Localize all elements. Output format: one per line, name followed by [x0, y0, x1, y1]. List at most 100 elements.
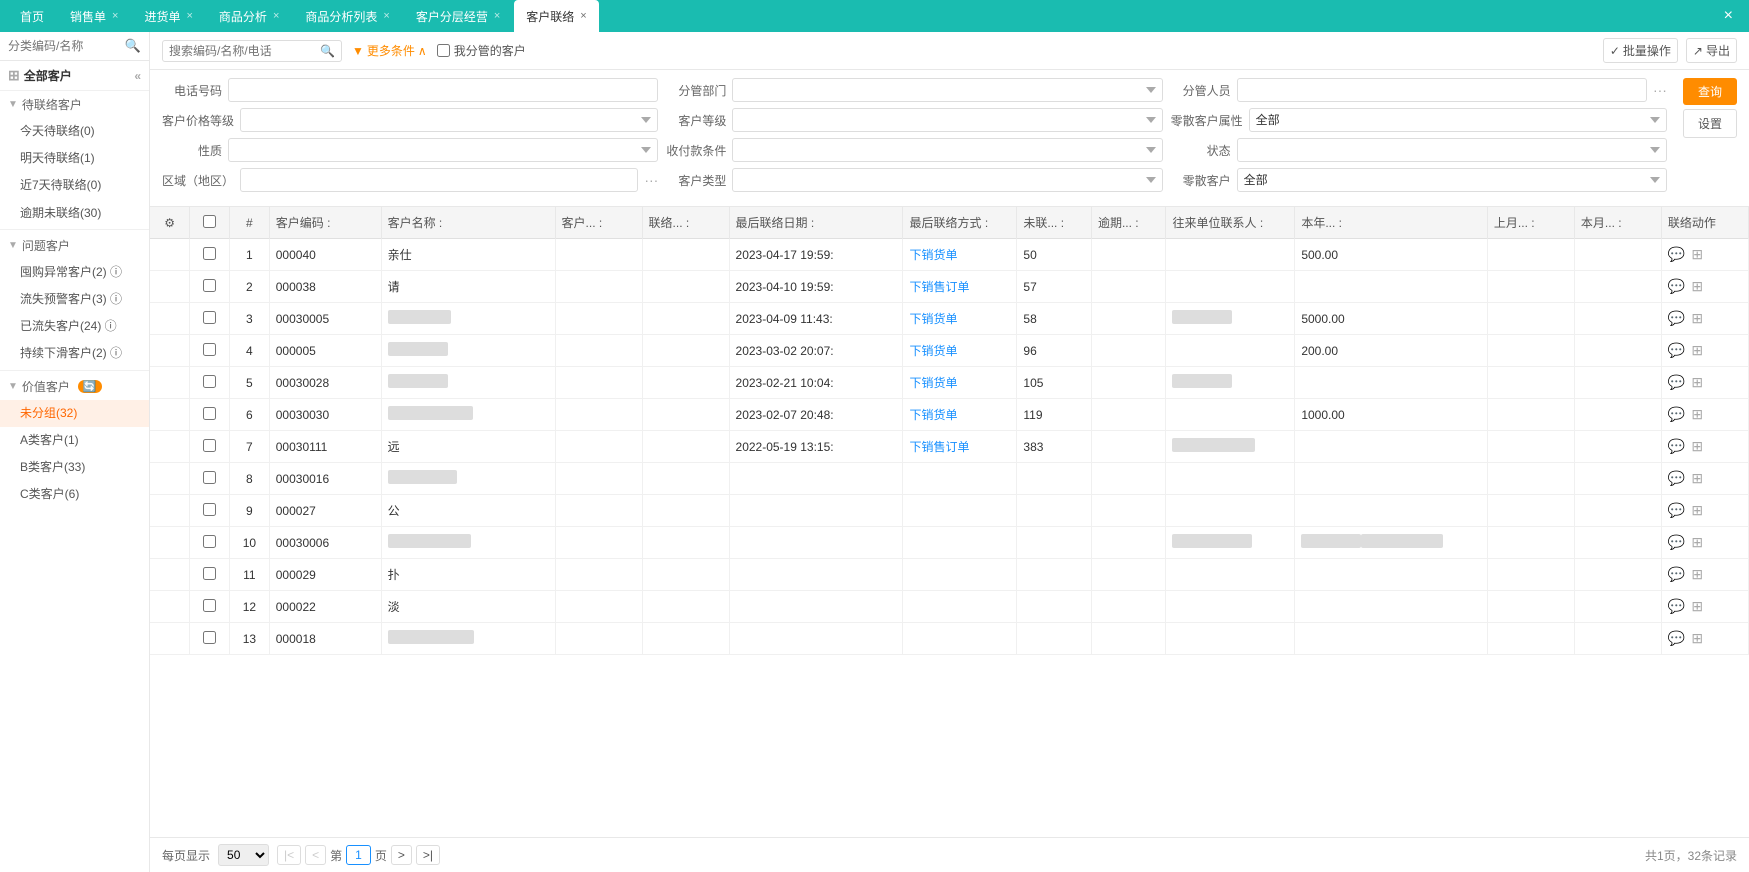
manager-dots-icon[interactable]: ··· [1653, 82, 1667, 98]
manager-input[interactable] [1237, 78, 1647, 102]
sidebar-search-input[interactable] [8, 39, 121, 53]
prev-page-button[interactable]: < [305, 845, 326, 865]
next-page-button[interactable]: > [391, 845, 412, 865]
last-way-link[interactable]: 下销货单 [909, 376, 957, 390]
contact-col-header[interactable]: 联络... : [642, 207, 729, 239]
type-col-header[interactable]: 客户... : [555, 207, 642, 239]
status-select[interactable] [1237, 138, 1667, 162]
row-checkbox[interactable] [203, 279, 216, 292]
row-checkbox[interactable] [203, 631, 216, 644]
close-all-tabs-button[interactable]: × [1716, 7, 1741, 25]
tab-customer-contact[interactable]: 客户联络 × [514, 0, 598, 32]
row-checkbox-cell[interactable] [190, 239, 230, 271]
sidebar-item-class-c[interactable]: C类客户(6) [0, 481, 149, 508]
row-checkbox[interactable] [203, 407, 216, 420]
tab-home[interactable]: 首页 [8, 0, 56, 32]
grid-action-icon[interactable]: ⊞ [1691, 246, 1703, 263]
row-checkbox-cell[interactable] [190, 271, 230, 303]
sidebar-item-overdue-pending[interactable]: 逾期未联络(30) [0, 200, 149, 227]
grid-action-icon[interactable]: ⊞ [1691, 278, 1703, 295]
reset-button[interactable]: 设置 [1683, 109, 1737, 138]
sidebar-group-value[interactable]: ▼ 价值客户 🔄 [0, 373, 149, 400]
nature-select[interactable] [228, 138, 658, 162]
region-dots-icon[interactable]: ··· [644, 172, 658, 188]
row-checkbox[interactable] [203, 439, 216, 452]
grid-action-icon[interactable]: ⊞ [1691, 630, 1703, 647]
row-checkbox[interactable] [203, 343, 216, 356]
overdue-col-header[interactable]: 逾期... : [1091, 207, 1166, 239]
retail-customer-select[interactable]: 全部 [1237, 168, 1667, 192]
this-month-col-header[interactable]: 本月... : [1574, 207, 1661, 239]
last-way-link[interactable]: 下销售订单 [909, 280, 969, 294]
payment-select[interactable] [732, 138, 1162, 162]
tab-product-analysis[interactable]: 商品分析 × [207, 0, 291, 32]
sidebar-item-churn-warning[interactable]: 流失预警客户(3) ⓘ [0, 286, 149, 313]
price-level-select[interactable] [240, 108, 658, 132]
close-customer-contact-tab-icon[interactable]: × [580, 10, 586, 22]
settings-col-header[interactable]: ⚙ [150, 207, 190, 239]
grid-action-icon[interactable]: ⊞ [1691, 438, 1703, 455]
page-size-select[interactable]: 50 100 200 [218, 844, 269, 866]
chat-action-icon[interactable]: 💬 [1668, 342, 1685, 359]
last-way-col-header[interactable]: 最后联络方式 : [903, 207, 1017, 239]
row-checkbox-cell[interactable] [190, 463, 230, 495]
chat-action-icon[interactable]: 💬 [1668, 406, 1685, 423]
chat-action-icon[interactable]: 💬 [1668, 438, 1685, 455]
select-all-checkbox[interactable] [203, 215, 216, 228]
region-input[interactable] [240, 168, 638, 192]
grid-action-icon[interactable]: ⊞ [1691, 502, 1703, 519]
retail-attr-select[interactable]: 全部 [1249, 108, 1667, 132]
chat-action-icon[interactable]: 💬 [1668, 470, 1685, 487]
chat-action-icon[interactable]: 💬 [1668, 566, 1685, 583]
tab-product-analysis-list[interactable]: 商品分析列表 × [293, 0, 401, 32]
this-year-col-header[interactable]: 本年... : [1295, 207, 1488, 239]
row-checkbox-cell[interactable] [190, 495, 230, 527]
chat-action-icon[interactable]: 💬 [1668, 598, 1685, 615]
batch-operation-button[interactable]: ✓ 批量操作 [1603, 38, 1678, 63]
row-checkbox[interactable] [203, 311, 216, 324]
last-way-link[interactable]: 下销货单 [909, 344, 957, 358]
close-customer-segment-tab-icon[interactable]: × [494, 10, 500, 22]
sidebar-item-declining[interactable]: 持续下滑客户(2) ⓘ [0, 340, 149, 367]
sidebar-search-bar[interactable]: 🔍 [0, 32, 149, 61]
tab-sales[interactable]: 销售单 × [58, 0, 130, 32]
sidebar-item-today-pending[interactable]: 今天待联络(0) [0, 118, 149, 145]
sidebar-item-class-a[interactable]: A类客户(1) [0, 427, 149, 454]
last-date-col-header[interactable]: 最后联络日期 : [729, 207, 903, 239]
last-way-link[interactable]: 下销货单 [909, 312, 957, 326]
close-purchase-tab-icon[interactable]: × [186, 10, 192, 22]
row-checkbox[interactable] [203, 599, 216, 612]
sidebar-group-pending[interactable]: ▼ 待联络客户 [0, 91, 149, 118]
close-product-analysis-list-tab-icon[interactable]: × [383, 10, 389, 22]
phone-input[interactable] [228, 78, 658, 102]
dept-select[interactable] [732, 78, 1162, 102]
row-checkbox-cell[interactable] [190, 559, 230, 591]
all-customers-item[interactable]: ⊞ 全部客户 « [0, 61, 149, 91]
grid-action-icon[interactable]: ⊞ [1691, 406, 1703, 423]
tab-customer-segment[interactable]: 客户分层经营 × [404, 0, 512, 32]
chat-action-icon[interactable]: 💬 [1668, 502, 1685, 519]
sidebar-item-abnormal[interactable]: 囤购异常客户(2) ⓘ [0, 259, 149, 286]
query-button[interactable]: 查询 [1683, 78, 1737, 105]
last-way-link[interactable]: 下销货单 [909, 248, 957, 262]
tab-purchase[interactable]: 进货单 × [132, 0, 204, 32]
chat-action-icon[interactable]: 💬 [1668, 246, 1685, 263]
sidebar-item-ungrouped[interactable]: 未分组(32) [0, 400, 149, 427]
grid-action-icon[interactable]: ⊞ [1691, 534, 1703, 551]
row-checkbox-cell[interactable] [190, 335, 230, 367]
grid-action-icon[interactable]: ⊞ [1691, 598, 1703, 615]
chat-action-icon[interactable]: 💬 [1668, 534, 1685, 551]
chat-action-icon[interactable]: 💬 [1668, 374, 1685, 391]
search-input[interactable] [169, 44, 316, 58]
row-checkbox-cell[interactable] [190, 431, 230, 463]
row-checkbox-cell[interactable] [190, 399, 230, 431]
export-button[interactable]: ↗ 导出 [1686, 38, 1737, 63]
chat-action-icon[interactable]: 💬 [1668, 278, 1685, 295]
grid-action-icon[interactable]: ⊞ [1691, 342, 1703, 359]
sidebar-group-problem[interactable]: ▼ 问题客户 [0, 232, 149, 259]
row-checkbox-cell[interactable] [190, 591, 230, 623]
row-checkbox-cell[interactable] [190, 367, 230, 399]
last-way-link[interactable]: 下销货单 [909, 408, 957, 422]
contacts-col-header[interactable]: 往来单位联系人 : [1166, 207, 1295, 239]
row-checkbox-cell[interactable] [190, 303, 230, 335]
